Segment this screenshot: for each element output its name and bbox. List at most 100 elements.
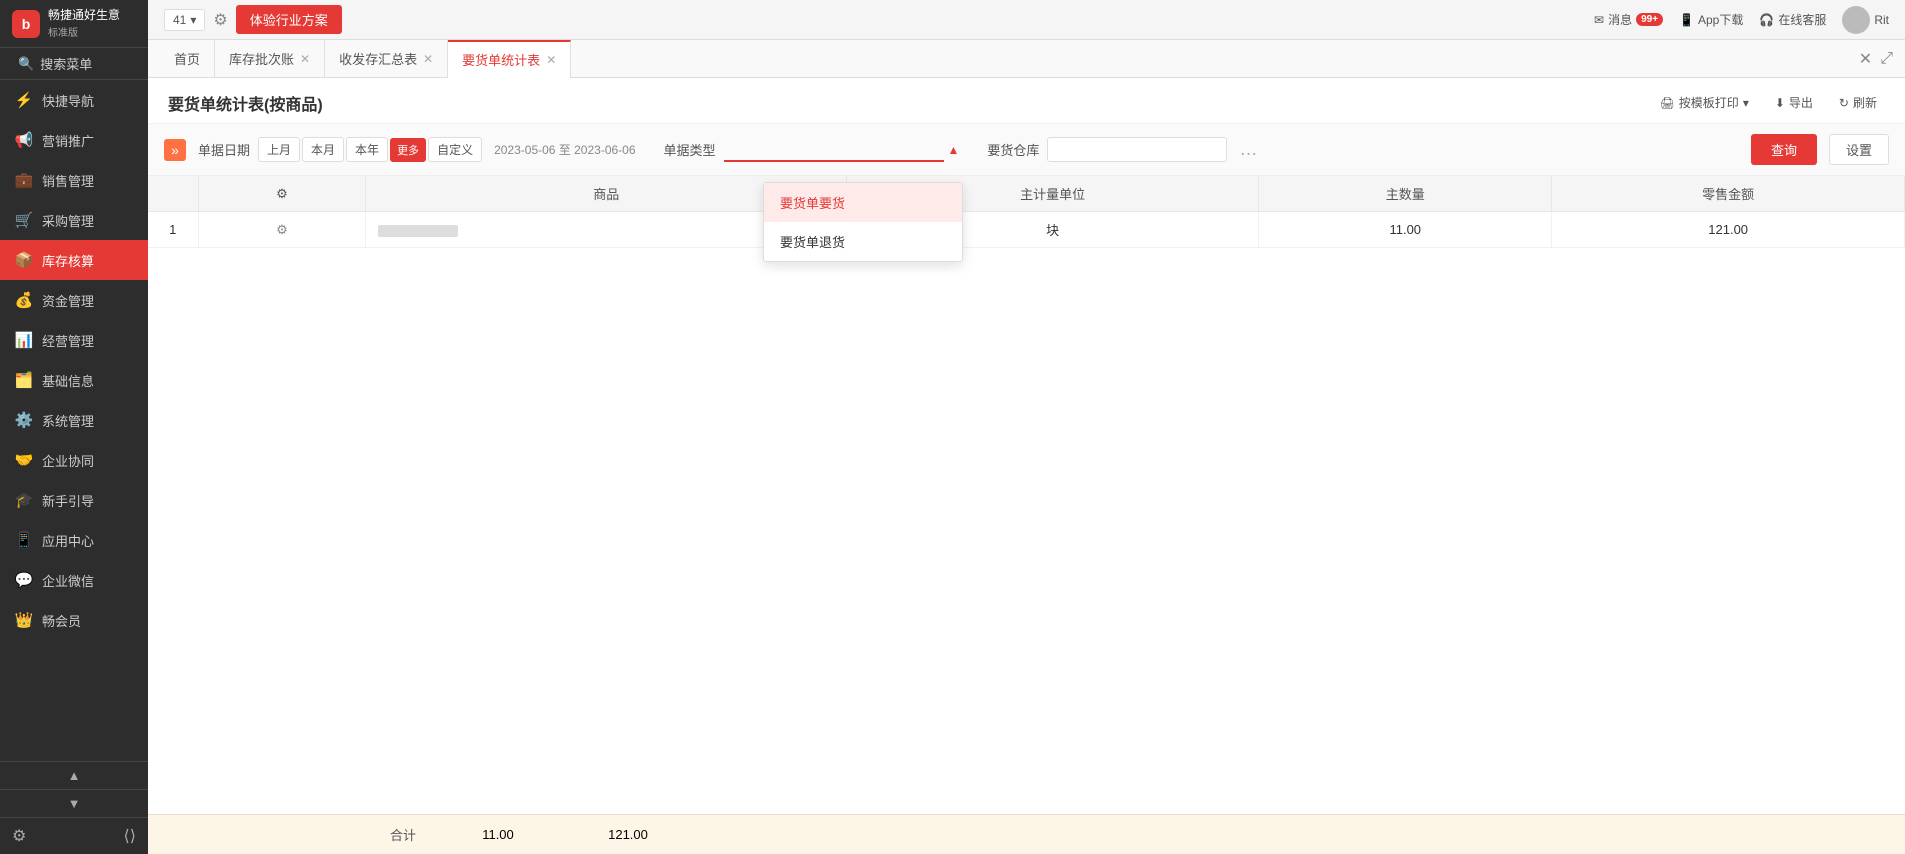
table-header-row: ⚙ 商品 主计量单位 主数量 零售金额: [148, 176, 1905, 212]
sidebar-item-finance[interactable]: 💰 资金管理: [0, 280, 148, 320]
sidebar-item-marketing[interactable]: 📢 营销推广: [0, 120, 148, 160]
cell-row-settings[interactable]: ⚙: [198, 212, 366, 248]
app-download-item[interactable]: 📱 App下载: [1679, 11, 1743, 28]
tab-batch-accounts-close[interactable]: ✕: [300, 52, 310, 66]
table-row: 1 ⚙ 块 11.00 121.00: [148, 212, 1905, 248]
search-menu-item[interactable]: 🔍 搜索菜单: [0, 48, 148, 80]
col-settings[interactable]: ⚙: [198, 176, 366, 212]
tab-receivable-summary-label: 收发存汇总表: [339, 49, 417, 68]
type-dropdown: 要货单要货 要货单退货: [763, 182, 963, 262]
quick-nav-icon: ⚡: [14, 90, 34, 110]
trial-btn[interactable]: 体验行业方案: [236, 5, 342, 34]
logo-icon: b: [12, 10, 40, 38]
enterprise-icon: 🤝: [14, 450, 34, 470]
tab-receivable-summary-close[interactable]: ✕: [423, 52, 433, 66]
sidebar-item-purchase[interactable]: 🛒 采购管理: [0, 200, 148, 240]
refresh-btn[interactable]: ↻ 刷新: [1831, 90, 1885, 115]
app-logo: b 畅捷通好生意 标准版: [0, 0, 148, 48]
export-icon: ⬇: [1775, 96, 1785, 110]
refresh-label: 刷新: [1853, 94, 1877, 111]
main-area: 41 ▾ ⚙ 体验行业方案 ✉ 消息 99+ 📱 App下载 🎧 在线客服 R: [148, 0, 1905, 854]
scroll-down-btn[interactable]: ▼: [0, 789, 148, 817]
more-options-icon[interactable]: …: [1239, 139, 1257, 160]
page-header: 要货单统计表(按商品) 🖨 按模板打印 ▾ ⬇ 导出 ↻ 刷新: [148, 78, 1905, 124]
date-range-btns: 上月 本月 本年 更多 自定义: [258, 137, 482, 162]
sidebar-item-system[interactable]: ⚙️ 系统管理: [0, 400, 148, 440]
sidebar-item-label: 应用中心: [42, 531, 94, 550]
tab-order-summary[interactable]: 要货单统计表 ✕: [448, 40, 571, 78]
summary-label-spacer: 合计: [148, 825, 428, 844]
warehouse-filter-group: 要货仓库 …: [987, 137, 1257, 162]
avatar: [1842, 6, 1870, 34]
system-icon: ⚙️: [14, 410, 34, 430]
summary-amount: 121.00: [568, 827, 688, 842]
last-month-btn[interactable]: 上月: [258, 137, 300, 162]
close-window-icon[interactable]: ✕: [1859, 49, 1872, 69]
more-dates-btn[interactable]: 更多: [390, 138, 426, 162]
sidebar-item-quick-nav[interactable]: ⚡ 快捷导航: [0, 80, 148, 120]
topbar-settings-icon[interactable]: ⚙: [213, 10, 227, 30]
table-wrap: ⚙ 商品 主计量单位 主数量 零售金额 1 ⚙: [148, 176, 1905, 814]
sales-icon: 💼: [14, 170, 34, 190]
tab-batch-accounts[interactable]: 库存批次账 ✕: [215, 40, 325, 78]
scroll-up-btn[interactable]: ▲: [0, 761, 148, 789]
tab-order-summary-close[interactable]: ✕: [546, 53, 556, 67]
collapse-icon[interactable]: ⟨⟩: [124, 826, 136, 846]
tab-receivable-summary[interactable]: 收发存汇总表 ✕: [325, 40, 448, 78]
type-filter-input[interactable]: [724, 137, 944, 162]
sidebar-item-basic[interactable]: 🗂️ 基础信息: [0, 360, 148, 400]
sidebar-item-guide[interactable]: 🎓 新手引导: [0, 480, 148, 520]
search-icon: 🔍: [18, 56, 34, 72]
current-month-btn[interactable]: 本月: [302, 137, 344, 162]
col-amount: 零售金额: [1552, 176, 1905, 212]
store-selector[interactable]: 41 ▾: [164, 9, 205, 31]
settings-icon[interactable]: ⚙: [12, 826, 26, 846]
tab-order-summary-label: 要货单统计表: [462, 50, 540, 69]
sidebar-item-label: 销售管理: [42, 171, 94, 190]
tab-home[interactable]: 首页: [160, 40, 215, 78]
page-title: 要货单统计表(按商品): [168, 91, 323, 115]
top-bar-right: ✉ 消息 99+ 📱 App下载 🎧 在线客服 Rit: [1594, 6, 1889, 34]
dropdown-item-order-return[interactable]: 要货单退货: [764, 222, 962, 261]
basic-icon: 🗂️: [14, 370, 34, 390]
sidebar-item-label: 经营管理: [42, 331, 94, 350]
messages-item[interactable]: ✉ 消息 99+: [1594, 11, 1663, 28]
maximize-window-icon[interactable]: ⤢: [1880, 50, 1893, 68]
print-btn[interactable]: 🖨 按模板打印 ▾: [1652, 90, 1757, 115]
expand-filter-btn[interactable]: »: [164, 139, 186, 161]
sidebar-item-vip[interactable]: 👑 畅会员: [0, 600, 148, 640]
sidebar-item-label: 新手引导: [42, 491, 94, 510]
sidebar-item-label: 系统管理: [42, 411, 94, 430]
app-download-label: App下载: [1698, 11, 1743, 28]
headset-icon: 🎧: [1759, 13, 1774, 27]
export-btn[interactable]: ⬇ 导出: [1767, 90, 1821, 115]
messages-label: 消息: [1608, 11, 1632, 28]
online-service-item[interactable]: 🎧 在线客服: [1759, 11, 1826, 28]
sidebar-item-label: 基础信息: [42, 371, 94, 390]
sidebar-item-appstore[interactable]: 📱 应用中心: [0, 520, 148, 560]
appstore-icon: 📱: [14, 530, 34, 550]
message-icon: ✉: [1594, 13, 1604, 27]
chevron-up-icon[interactable]: ▲: [948, 143, 960, 157]
sidebar-item-sales[interactable]: 💼 销售管理: [0, 160, 148, 200]
sidebar-item-operations[interactable]: 📊 经营管理: [0, 320, 148, 360]
user-item[interactable]: Rit: [1842, 6, 1889, 34]
cell-quantity: 11.00: [1259, 212, 1552, 248]
operations-icon: 📊: [14, 330, 34, 350]
top-bar: 41 ▾ ⚙ 体验行业方案 ✉ 消息 99+ 📱 App下载 🎧 在线客服 R: [148, 0, 1905, 40]
current-year-btn[interactable]: 本年: [346, 137, 388, 162]
sidebar-item-label: 企业微信: [42, 571, 94, 590]
sidebar-item-inventory[interactable]: 📦 库存核算: [0, 240, 148, 280]
phone-icon: 📱: [1679, 13, 1694, 27]
sidebar-item-enterprise[interactable]: 🤝 企业协同: [0, 440, 148, 480]
sidebar-item-wechat[interactable]: 💬 企业微信: [0, 560, 148, 600]
type-filter-group: 单据类型 ▲: [664, 137, 960, 162]
tab-bar: 首页 库存批次账 ✕ 收发存汇总表 ✕ 要货单统计表 ✕ ✕ ⤢: [148, 40, 1905, 78]
custom-date-btn[interactable]: 自定义: [428, 137, 482, 162]
dropdown-item-order-goods[interactable]: 要货单要货: [764, 183, 962, 222]
warehouse-filter-input[interactable]: [1047, 137, 1227, 162]
query-btn[interactable]: 查询: [1751, 134, 1817, 165]
filter-settings-btn[interactable]: 设置: [1829, 134, 1889, 165]
type-filter-label: 单据类型: [664, 140, 716, 159]
marketing-icon: 📢: [14, 130, 34, 150]
